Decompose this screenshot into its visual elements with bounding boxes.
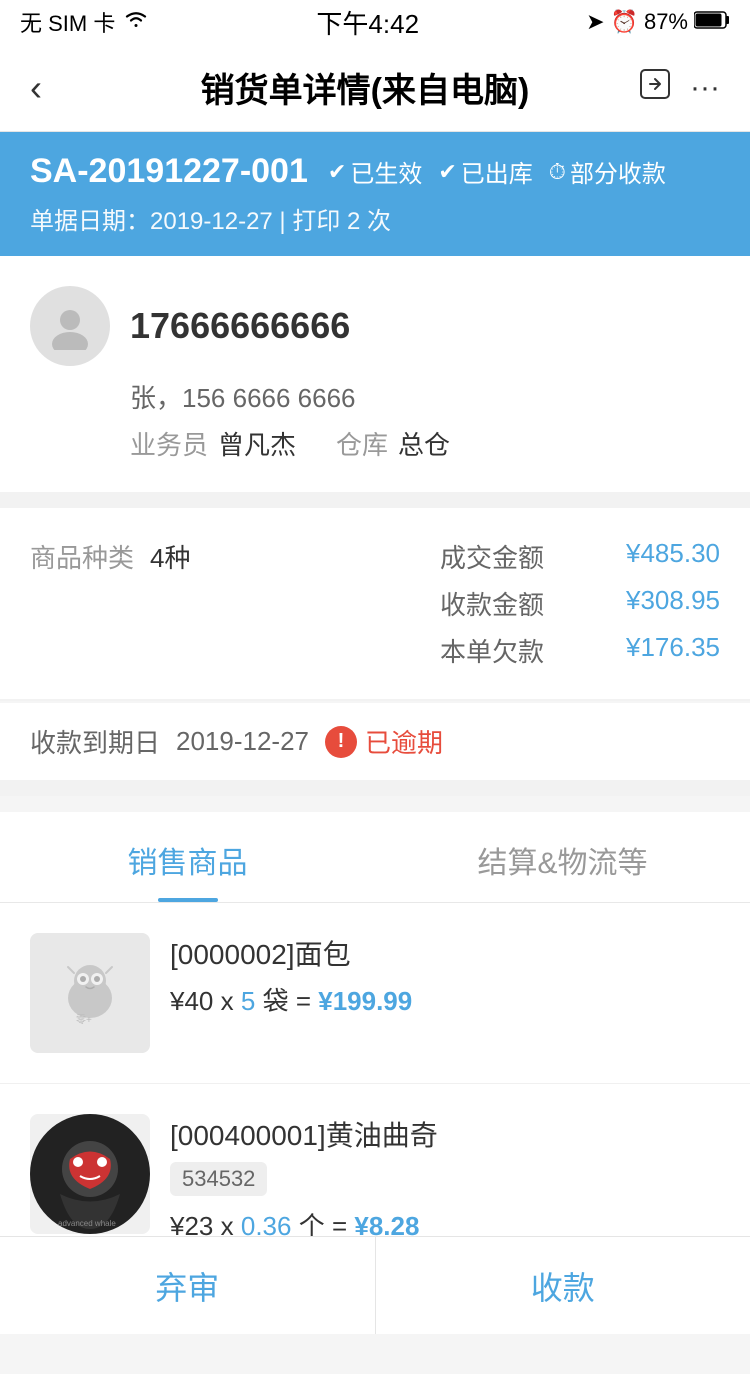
product-name-1: [0000002]面包 <box>170 933 720 973</box>
product-equals-1: = <box>296 986 318 1016</box>
summary-card: 商品种类 4种 成交金额 ¥485.30 收款金额 ¥308.95 本单欠款 ¥… <box>0 508 750 699</box>
reject-button[interactable]: 弃审 <box>0 1237 376 1334</box>
amount-summary: 成交金额 ¥485.30 收款金额 ¥308.95 本单欠款 ¥176.35 <box>440 538 720 669</box>
tab-products[interactable]: 销售商品 <box>0 812 375 902</box>
tabs-container: 销售商品 结算&物流等 <box>0 812 750 903</box>
badge-partial-label: 部分收款 <box>570 154 666 189</box>
divider-2 <box>0 780 750 796</box>
tab-settlement[interactable]: 结算&物流等 <box>375 812 750 902</box>
sim-status: 无 SIM 卡 <box>20 6 115 38</box>
product-thumb-2: advanced whale <box>30 1114 150 1234</box>
due-date-label: 收款到期日 <box>30 723 160 760</box>
status-badges: ✔ 已生效 ✔ 已出库 ⏱ 部分收款 <box>328 154 666 189</box>
warehouse-label: 仓库 <box>336 425 388 462</box>
product-thumb-1: 零+ <box>30 933 150 1053</box>
battery-icon <box>694 9 730 35</box>
svg-text:advanced whale: advanced whale <box>58 1219 116 1228</box>
back-button[interactable]: ‹ <box>30 67 90 109</box>
status-bar: 无 SIM 卡 下午4:42 ➤ ⏰ 87% <box>0 0 750 44</box>
debt-amount-row: 本单欠款 ¥176.35 <box>440 632 720 669</box>
bottom-bar: 弃审 收款 <box>0 1236 750 1334</box>
product-name-2: [000400001]黄油曲奇 <box>170 1114 720 1154</box>
due-date-value: 2019-12-27 <box>176 726 309 757</box>
product-unit-1: 袋 <box>263 986 289 1016</box>
product-price-1: ¥40 x 5 袋 = ¥199.99 <box>170 981 720 1018</box>
badge-partial: ⏱ 部分收款 <box>549 154 666 189</box>
transaction-amount-row: 成交金额 ¥485.30 <box>440 538 720 575</box>
checkmark2-icon: ✔ <box>438 159 456 185</box>
product-list: 零+ [0000002]面包 ¥40 x 5 袋 = ¥199.99 <box>0 903 750 1274</box>
sales-rep: 业务员 曾凡杰 <box>130 425 296 462</box>
share-icon[interactable] <box>640 69 670 107</box>
overdue-text: 已逾期 <box>365 723 443 760</box>
badge-effective: ✔ 已生效 <box>328 154 422 189</box>
transaction-amount-label: 成交金额 <box>440 538 544 575</box>
collected-amount-row: 收款金额 ¥308.95 <box>440 585 720 622</box>
customer-meta: 业务员 曾凡杰 仓库 总仓 <box>30 425 720 462</box>
badge-shipped-label: 已出库 <box>461 154 533 189</box>
product-type-value: 4种 <box>150 538 190 575</box>
product-type-label: 商品种类 <box>30 538 134 575</box>
warehouse: 仓库 总仓 <box>336 425 450 462</box>
customer-card: 17666666666 张，156 6666 6666 业务员 曾凡杰 仓库 总… <box>0 256 750 492</box>
warehouse-value: 总仓 <box>398 425 450 462</box>
overdue-icon: ! <box>325 726 357 758</box>
location-icon: ➤ <box>586 9 604 35</box>
order-header-banner: SA-20191227-001 ✔ 已生效 ✔ 已出库 ⏱ 部分收款 单据日期：… <box>0 132 750 256</box>
badge-effective-label: 已生效 <box>350 154 422 189</box>
debt-amount-label: 本单欠款 <box>440 632 544 669</box>
sales-rep-label: 业务员 <box>130 425 208 462</box>
status-time: 下午4:42 <box>316 4 419 41</box>
transaction-amount-value: ¥485.30 <box>626 538 720 575</box>
order-id: SA-20191227-001 <box>30 152 308 191</box>
page-title: 销货单详情(来自电脑) <box>90 63 640 112</box>
wifi-icon <box>123 9 149 35</box>
product-info-2: [000400001]黄油曲奇 534532 ¥23 x 0.36 个 = ¥8… <box>170 1114 720 1243</box>
nav-actions: ··· <box>640 69 720 107</box>
avatar <box>30 286 110 366</box>
collected-amount-label: 收款金额 <box>440 585 544 622</box>
product-qty-1: 5 <box>241 986 255 1016</box>
debt-amount-value: ¥176.35 <box>626 632 720 669</box>
divider-1 <box>0 492 750 508</box>
product-unit-price-1: ¥40 <box>170 986 213 1016</box>
collected-amount-value: ¥308.95 <box>626 585 720 622</box>
product-total-1: ¥199.99 <box>318 986 412 1016</box>
sales-rep-value: 曾凡杰 <box>218 425 296 462</box>
checkmark-icon: ✔ <box>328 159 346 185</box>
customer-contact: 张，156 6666 6666 <box>30 378 720 415</box>
status-right: ➤ ⏰ 87% <box>586 9 730 35</box>
nav-bar: ‹ 销货单详情(来自电脑) ··· <box>0 44 750 132</box>
product-multiply-1: x <box>221 986 241 1016</box>
product-sku-2: 534532 <box>170 1162 267 1196</box>
status-left: 无 SIM 卡 <box>20 6 149 38</box>
svg-text:零+: 零+ <box>76 1014 92 1026</box>
collect-button[interactable]: 收款 <box>376 1237 750 1334</box>
customer-phone: 17666666666 <box>130 305 350 347</box>
clock-icon: ⏱ <box>549 159 566 185</box>
due-date-card: 收款到期日 2019-12-27 ! 已逾期 <box>0 703 750 780</box>
more-icon[interactable]: ··· <box>690 71 720 105</box>
battery-label: 87% <box>644 9 688 35</box>
overdue-info: ! 已逾期 <box>325 723 443 760</box>
alarm-icon: ⏰ <box>611 9 638 35</box>
order-date-row: 单据日期：2019-12-27 | 打印 2 次 <box>30 201 720 236</box>
product-info-1: [0000002]面包 ¥40 x 5 袋 = ¥199.99 <box>170 933 720 1018</box>
product-type-info: 商品种类 4种 <box>30 538 190 575</box>
badge-shipped: ✔ 已出库 <box>438 154 532 189</box>
list-item: 零+ [0000002]面包 ¥40 x 5 袋 = ¥199.99 <box>0 903 750 1084</box>
